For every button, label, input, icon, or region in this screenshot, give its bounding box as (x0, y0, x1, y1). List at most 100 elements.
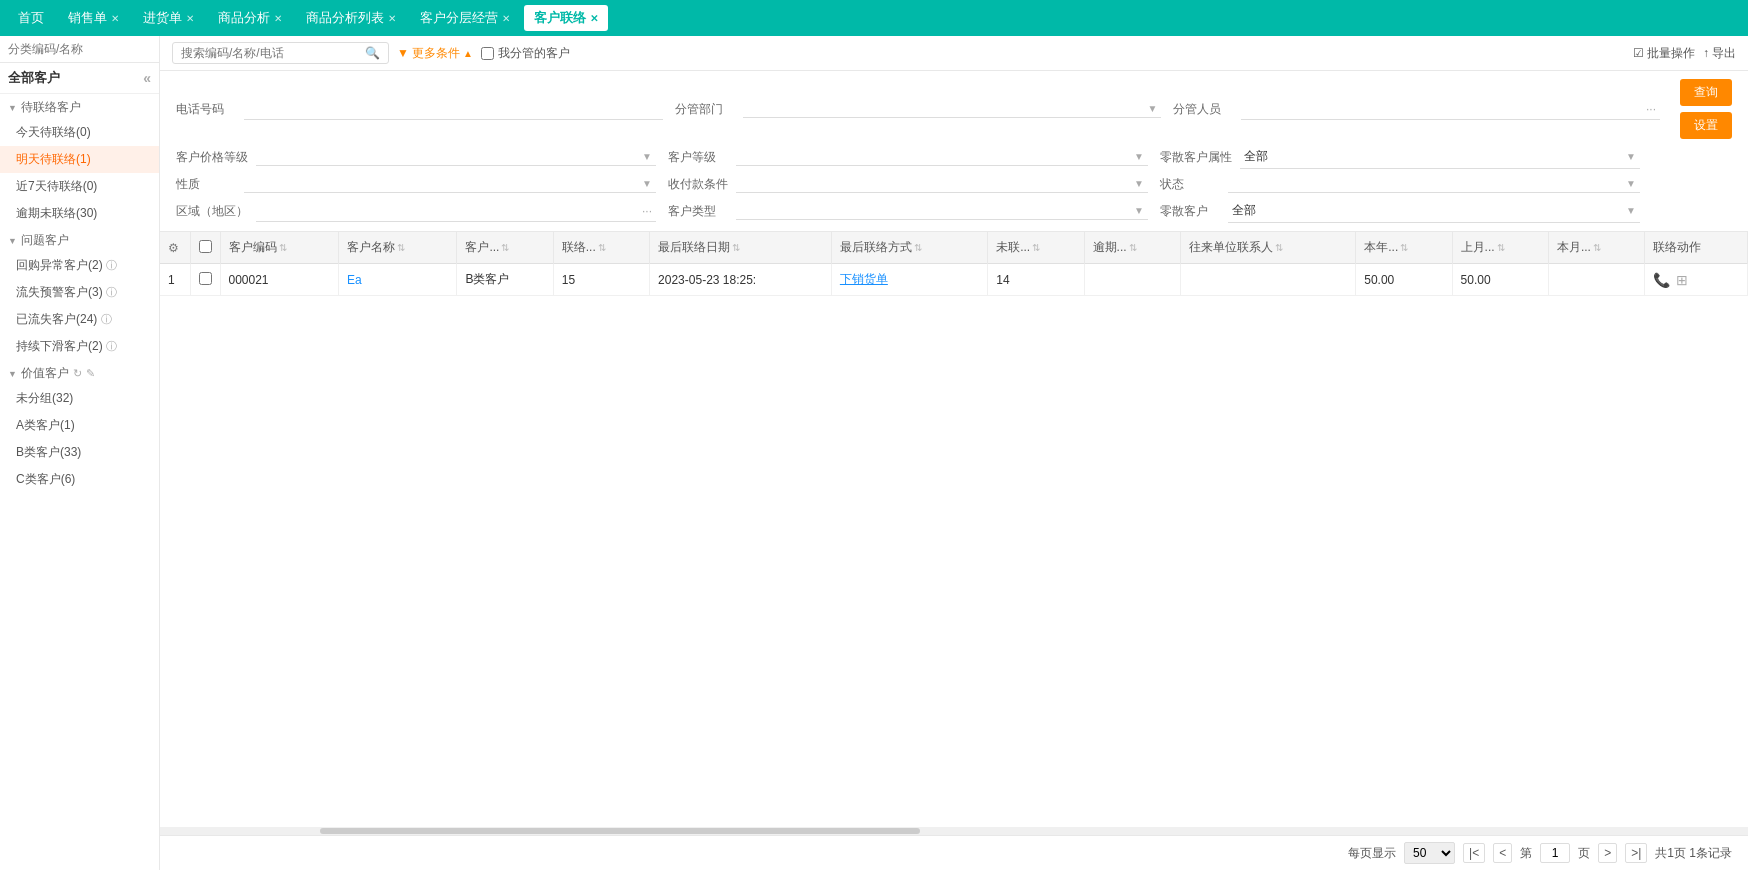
sort-icon-person[interactable]: ⇅ (1275, 242, 1283, 253)
nav-close-customer-contact[interactable]: ✕ (590, 13, 598, 24)
filter-row-2: 客户价格等级 ▼ 客户等级 ▼ 零散客户属性 全部 (176, 145, 1732, 169)
sidebar-item-abnormal-repurchase[interactable]: 回购异常客户(2) ⓘ (0, 252, 159, 279)
sort-icon-method[interactable]: ⇅ (914, 242, 922, 253)
sort-icon-contact[interactable]: ⇅ (598, 242, 606, 253)
sort-icon-month[interactable]: ⇅ (1593, 242, 1601, 253)
col-actions: 联络动作 (1645, 232, 1748, 264)
more-conditions-btn[interactable]: ▼ 更多条件 ▲ (397, 45, 473, 62)
filter-retail-customer-select[interactable]: 全部 ▼ (1228, 199, 1640, 223)
nav-close-product-analysis-list[interactable]: ✕ (388, 13, 396, 24)
sidebar-search-input[interactable] (8, 42, 158, 56)
nav-product-analysis[interactable]: 商品分析 ✕ (208, 5, 292, 31)
search-input[interactable] (181, 46, 361, 60)
row-checkbox[interactable] (199, 272, 212, 285)
status-chevron-icon: ▼ (1626, 178, 1636, 189)
my-customers-checkbox[interactable] (481, 47, 494, 60)
sort-icon-code[interactable]: ⇅ (279, 242, 287, 253)
sidebar-item-overdue[interactable]: 逾期未联络(30) (0, 200, 159, 227)
col-gear[interactable]: ⚙ (160, 232, 190, 264)
sort-icon-date[interactable]: ⇅ (732, 242, 740, 253)
filter-region-label: 区域（地区） (176, 203, 248, 220)
table-header-row: ⚙ 客户编码⇅ 客户名称⇅ 客户...⇅ 联络...⇅ 最后联络日期⇅ 最后联络… (160, 232, 1748, 264)
table-row: 1 000021 Ea B类客户 15 2023-05-23 18:25: 下销… (160, 264, 1748, 296)
first-page-btn[interactable]: |< (1463, 843, 1485, 863)
search-icon[interactable]: 🔍 (365, 46, 380, 60)
filter-price-level: 客户价格等级 ▼ (176, 148, 656, 166)
filter-status: 状态 ▼ (1160, 175, 1640, 193)
settings-btn[interactable]: 设置 (1680, 112, 1732, 139)
sidebar-item-churn-warning[interactable]: 流失预警客户(3) ⓘ (0, 279, 159, 306)
contact-method-link[interactable]: 下销货单 (840, 272, 888, 286)
table-footer: 每页显示 50 100 200 |< < 第 页 > >| 共1页 1条记录 (160, 835, 1748, 870)
filter-row-3: 性质 ▼ 收付款条件 ▼ 状态 (176, 175, 1732, 193)
sidebar-item-class-b[interactable]: B类客户(33) (0, 439, 159, 466)
sort-icon-uncontacted[interactable]: ⇅ (1032, 242, 1040, 253)
col-last-month: 上月...⇅ (1452, 232, 1548, 264)
nav-close-customer-tiering[interactable]: ✕ (502, 13, 510, 24)
col-contact-count: 联络...⇅ (553, 232, 649, 264)
sidebar-item-today-pending[interactable]: 今天待联络(0) (0, 119, 159, 146)
sidebar-item-churned[interactable]: 已流失客户(24) ⓘ (0, 306, 159, 333)
gear-icon[interactable]: ⚙ (168, 241, 179, 255)
nav-close-sales[interactable]: ✕ (111, 13, 119, 24)
row-uncontacted: 14 (988, 264, 1084, 296)
sidebar-section-pending: 待联络客户 (0, 94, 159, 119)
filter-customer-type-select[interactable]: ▼ (736, 202, 1148, 220)
nav-customer-contact[interactable]: 客户联络 ✕ (524, 5, 608, 31)
query-btn[interactable]: 查询 (1680, 79, 1732, 106)
row-customer-name[interactable]: Ea (338, 264, 456, 296)
horizontal-scrollbar[interactable] (160, 827, 1748, 835)
filter-status-select[interactable]: ▼ (1228, 175, 1640, 193)
export-btn[interactable]: ↑ 导出 (1703, 45, 1736, 62)
filter-region: 区域（地区） ··· (176, 201, 656, 222)
per-page-select[interactable]: 50 100 200 (1404, 842, 1455, 864)
grid-icon[interactable]: ⊞ (1676, 272, 1688, 288)
sort-icon-overdue[interactable]: ⇅ (1129, 242, 1137, 253)
filter-retail-attr-select[interactable]: 全部 ▼ (1240, 145, 1640, 169)
next-page-btn[interactable]: > (1598, 843, 1617, 863)
prev-page-btn[interactable]: < (1493, 843, 1512, 863)
row-last-contact-method[interactable]: 下销货单 (831, 264, 987, 296)
filter-price-level-select[interactable]: ▼ (256, 148, 656, 166)
sidebar-item-tomorrow-pending[interactable]: 明天待联络(1) (0, 146, 159, 173)
nav-close-purchase[interactable]: ✕ (186, 13, 194, 24)
my-customers-checkbox-label[interactable]: 我分管的客户 (481, 45, 570, 62)
region-ellipsis[interactable]: ··· (642, 204, 652, 218)
page-input[interactable] (1540, 843, 1570, 863)
sidebar-item-ungrouped[interactable]: 未分组(32) (0, 385, 159, 412)
phone-icon[interactable]: 📞 (1653, 272, 1670, 288)
nav-close-product-analysis[interactable]: ✕ (274, 13, 282, 24)
scrollbar-thumb[interactable] (320, 828, 920, 834)
nav-purchase[interactable]: 进货单 ✕ (133, 5, 204, 31)
sort-icon-type[interactable]: ⇅ (501, 242, 509, 253)
export-icon: ↑ (1703, 46, 1709, 60)
sidebar-item-7days-pending[interactable]: 近7天待联络(0) (0, 173, 159, 200)
filter-customer-level-select[interactable]: ▼ (736, 148, 1148, 166)
last-page-btn[interactable]: >| (1625, 843, 1647, 863)
sidebar-collapse-icon[interactable]: « (143, 70, 151, 86)
filter-phone-input[interactable] (244, 99, 663, 120)
row-last-month: 50.00 (1452, 264, 1548, 296)
sort-icon-name[interactable]: ⇅ (397, 242, 405, 253)
nav-product-analysis-list[interactable]: 商品分析列表 ✕ (296, 5, 406, 31)
nav-customer-tiering[interactable]: 客户分层经营 ✕ (410, 5, 520, 31)
retail-attr-chevron-icon: ▼ (1626, 151, 1636, 162)
filter-dept-select[interactable]: ▼ (743, 100, 1162, 118)
filter-payment-terms-select[interactable]: ▼ (736, 175, 1148, 193)
nav-home[interactable]: 首页 (8, 5, 54, 31)
sort-icon-last-month[interactable]: ⇅ (1497, 242, 1505, 253)
nav-sales[interactable]: 销售单 ✕ (58, 5, 129, 31)
batch-action-btn[interactable]: ☑ 批量操作 (1633, 45, 1695, 62)
manager-ellipsis[interactable]: ··· (1646, 102, 1656, 116)
customer-table: ⚙ 客户编码⇅ 客户名称⇅ 客户...⇅ 联络...⇅ 最后联络日期⇅ 最后联络… (160, 232, 1748, 296)
sort-icon-year[interactable]: ⇅ (1400, 242, 1408, 253)
query-buttons: 查询 设置 (1680, 79, 1732, 139)
filter-row-1: 电话号码 分管部门 ▼ 分管人员 ··· 查询 (176, 79, 1732, 139)
sidebar-item-class-a[interactable]: A类客户(1) (0, 412, 159, 439)
sidebar-item-class-c[interactable]: C类客户(6) (0, 466, 159, 493)
sidebar-all-customers[interactable]: 全部客户 « (0, 63, 159, 94)
select-all-checkbox[interactable] (199, 240, 212, 253)
filter-retail-customer-label: 零散客户 (1160, 203, 1220, 220)
filter-nature-select[interactable]: ▼ (244, 175, 656, 193)
sidebar-item-declining[interactable]: 持续下滑客户(2) ⓘ (0, 333, 159, 360)
